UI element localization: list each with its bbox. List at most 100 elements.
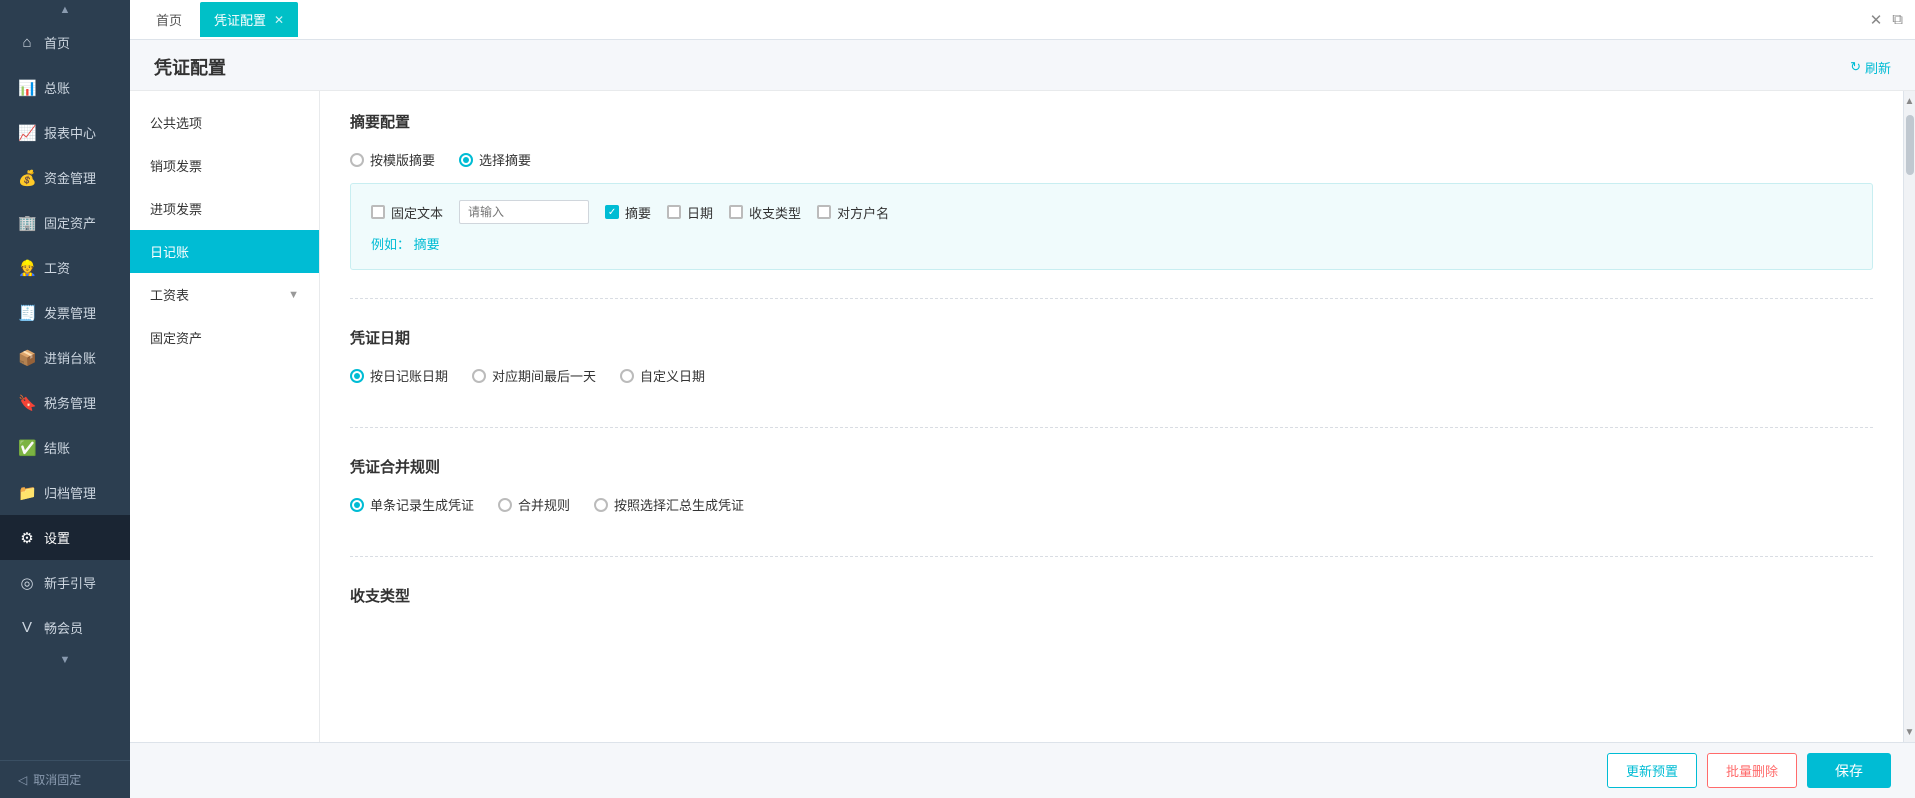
assets-icon: 🏢 bbox=[18, 214, 36, 232]
refresh-button[interactable]: ↻ 刷新 bbox=[1850, 58, 1891, 77]
left-nav-journal[interactable]: 日记账 bbox=[130, 230, 319, 273]
income-type-title: 收支类型 bbox=[350, 585, 1873, 606]
left-nav-payroll[interactable]: 工资表 ▼ bbox=[130, 273, 319, 316]
sidebar-unpin-button[interactable]: ◁ 取消固定 bbox=[0, 760, 130, 798]
checkbox-income-type-btn bbox=[729, 205, 743, 219]
sidebar-scroll-down[interactable]: ▼ bbox=[0, 650, 130, 670]
sidebar-item-home[interactable]: ⌂ 首页 bbox=[0, 20, 130, 65]
scroll-thumb[interactable] bbox=[1906, 115, 1914, 175]
merge-radio-merge[interactable]: 合并规则 bbox=[498, 495, 570, 514]
checkbox-income-type[interactable]: 收支类型 bbox=[729, 203, 801, 222]
tax-icon: 🔖 bbox=[18, 394, 36, 412]
ledger-icon: 📊 bbox=[18, 79, 36, 97]
page-header: 凭证配置 ↻ 刷新 bbox=[130, 40, 1915, 91]
sidebar-item-settings[interactable]: ⚙ 设置 bbox=[0, 515, 130, 560]
sidebar-scroll-up[interactable]: ▲ bbox=[0, 0, 130, 20]
home-icon: ⌂ bbox=[18, 34, 36, 51]
checkbox-fixed-text[interactable]: 固定文本 bbox=[371, 203, 443, 222]
guide-icon: ◎ bbox=[18, 574, 36, 592]
sidebar-item-invoice[interactable]: 🧾 发票管理 bbox=[0, 290, 130, 335]
summary-config-title: 摘要配置 bbox=[350, 111, 1873, 132]
summary-radio-group: 按模版摘要 选择摘要 bbox=[350, 150, 1873, 169]
update-preview-button[interactable]: 更新预置 bbox=[1607, 753, 1697, 788]
settle-icon: ✅ bbox=[18, 439, 36, 457]
sidebar-item-member[interactable]: V 畅会员 bbox=[0, 605, 130, 650]
voucher-date-title: 凭证日期 bbox=[350, 327, 1873, 348]
merge-rule-section: 凭证合并规则 单条记录生成凭证 合并规则 按照选择汇总生成凭证 bbox=[350, 456, 1873, 557]
voucher-date-radio-journal[interactable]: 按日记账日期 bbox=[350, 366, 448, 385]
batch-delete-button[interactable]: 批量删除 bbox=[1707, 753, 1797, 788]
body-layout: 公共选项 销项发票 进项发票 日记账 工资表 ▼ 固定资产 bbox=[130, 91, 1915, 742]
sidebar: ▲ ⌂ 首页 📊 总账 📈 报表中心 💰 资金管理 🏢 固定资产 👷 工资 🧾 … bbox=[0, 0, 130, 798]
sidebar-item-guide[interactable]: ◎ 新手引导 bbox=[0, 560, 130, 605]
window-controls: ✕ ⧉ bbox=[1870, 11, 1903, 29]
radio-select-btn bbox=[459, 153, 473, 167]
archive-icon: 📁 bbox=[18, 484, 36, 502]
sidebar-item-ledger[interactable]: 📊 总账 bbox=[0, 65, 130, 110]
right-content: 摘要配置 按模版摘要 选择摘要 bbox=[320, 91, 1903, 742]
member-icon: V bbox=[18, 619, 36, 636]
refresh-icon: ↻ bbox=[1850, 59, 1861, 75]
radio-last-day-btn bbox=[472, 369, 486, 383]
summary-config-box: 固定文本 ✓ 摘要 日期 bbox=[350, 183, 1873, 270]
checkbox-row: 固定文本 ✓ 摘要 日期 bbox=[371, 200, 1852, 224]
radio-single-btn bbox=[350, 498, 364, 512]
left-nav-public[interactable]: 公共选项 bbox=[130, 101, 319, 144]
content-area: 凭证配置 ↻ 刷新 公共选项 销项发票 进项发票 日记账 bbox=[130, 40, 1915, 798]
window-resize-icon[interactable]: ⧉ bbox=[1892, 11, 1903, 29]
settings-icon: ⚙ bbox=[18, 529, 36, 547]
checkbox-date[interactable]: 日期 bbox=[667, 203, 713, 222]
checkbox-counterpart[interactable]: 对方户名 bbox=[817, 203, 889, 222]
left-nav-purchase-invoice[interactable]: 进项发票 bbox=[130, 187, 319, 230]
left-nav-fixed-assets[interactable]: 固定资产 bbox=[130, 316, 319, 359]
sidebar-item-reports[interactable]: 📈 报表中心 bbox=[0, 110, 130, 155]
window-close-icon[interactable]: ✕ bbox=[1870, 11, 1883, 29]
sidebar-item-salary[interactable]: 👷 工资 bbox=[0, 245, 130, 290]
scroll-down-button[interactable]: ▼ bbox=[1904, 722, 1915, 742]
radio-journal-date-btn bbox=[350, 369, 364, 383]
tab-close-icon[interactable]: ✕ bbox=[274, 13, 284, 27]
save-button[interactable]: 保存 bbox=[1807, 753, 1891, 788]
fixed-text-input[interactable] bbox=[459, 200, 589, 224]
radio-custom-date-btn bbox=[620, 369, 634, 383]
checkbox-fixed-text-btn bbox=[371, 205, 385, 219]
merge-radio-select-merge[interactable]: 按照选择汇总生成凭证 bbox=[594, 495, 744, 514]
capital-icon: 💰 bbox=[18, 169, 36, 187]
tab-home[interactable]: 首页 bbox=[142, 2, 196, 37]
summary-config-section: 摘要配置 按模版摘要 选择摘要 bbox=[350, 111, 1873, 299]
outer-scrollbar: ▲ ▼ bbox=[1903, 91, 1915, 742]
tab-voucher[interactable]: 凭证配置 ✕ bbox=[200, 2, 298, 37]
pin-icon: ◁ bbox=[18, 773, 27, 787]
salary-icon: 👷 bbox=[18, 259, 36, 277]
tab-bar: 首页 凭证配置 ✕ ✕ ⧉ bbox=[130, 0, 1915, 40]
chevron-down-icon: ▼ bbox=[288, 289, 299, 301]
scroll-up-button[interactable]: ▲ bbox=[1904, 91, 1915, 111]
left-nav: 公共选项 销项发票 进项发票 日记账 工资表 ▼ 固定资产 bbox=[130, 91, 320, 742]
checkbox-summary-btn: ✓ bbox=[605, 205, 619, 219]
voucher-date-radio-group: 按日记账日期 对应期间最后一天 自定义日期 bbox=[350, 366, 1873, 385]
sidebar-item-assets[interactable]: 🏢 固定资产 bbox=[0, 200, 130, 245]
left-nav-sales-invoice[interactable]: 销项发票 bbox=[130, 144, 319, 187]
radio-merge-btn bbox=[498, 498, 512, 512]
sidebar-item-settle[interactable]: ✅ 结账 bbox=[0, 425, 130, 470]
sidebar-item-tax[interactable]: 🔖 税务管理 bbox=[0, 380, 130, 425]
radio-template-btn bbox=[350, 153, 364, 167]
sidebar-item-capital[interactable]: 💰 资金管理 bbox=[0, 155, 130, 200]
example-text: 例如： 摘要 bbox=[371, 234, 1852, 253]
income-type-section: 收支类型 bbox=[350, 585, 1873, 652]
summary-radio-select[interactable]: 选择摘要 bbox=[459, 150, 531, 169]
sidebar-item-stock[interactable]: 📦 进销台账 bbox=[0, 335, 130, 380]
bottom-bar: 更新预置 批量删除 保存 bbox=[130, 742, 1915, 798]
merge-rule-title: 凭证合并规则 bbox=[350, 456, 1873, 477]
radio-select-merge-btn bbox=[594, 498, 608, 512]
page-title: 凭证配置 bbox=[154, 54, 226, 80]
checkbox-summary[interactable]: ✓ 摘要 bbox=[605, 203, 651, 222]
sidebar-item-archive[interactable]: 📁 归档管理 bbox=[0, 470, 130, 515]
merge-radio-single[interactable]: 单条记录生成凭证 bbox=[350, 495, 474, 514]
voucher-date-radio-custom[interactable]: 自定义日期 bbox=[620, 366, 705, 385]
voucher-date-radio-last-day[interactable]: 对应期间最后一天 bbox=[472, 366, 596, 385]
checkbox-counterpart-btn bbox=[817, 205, 831, 219]
main-area: 首页 凭证配置 ✕ ✕ ⧉ 凭证配置 ↻ 刷新 公共选项 bbox=[130, 0, 1915, 798]
summary-radio-template[interactable]: 按模版摘要 bbox=[350, 150, 435, 169]
invoice-icon: 🧾 bbox=[18, 304, 36, 322]
